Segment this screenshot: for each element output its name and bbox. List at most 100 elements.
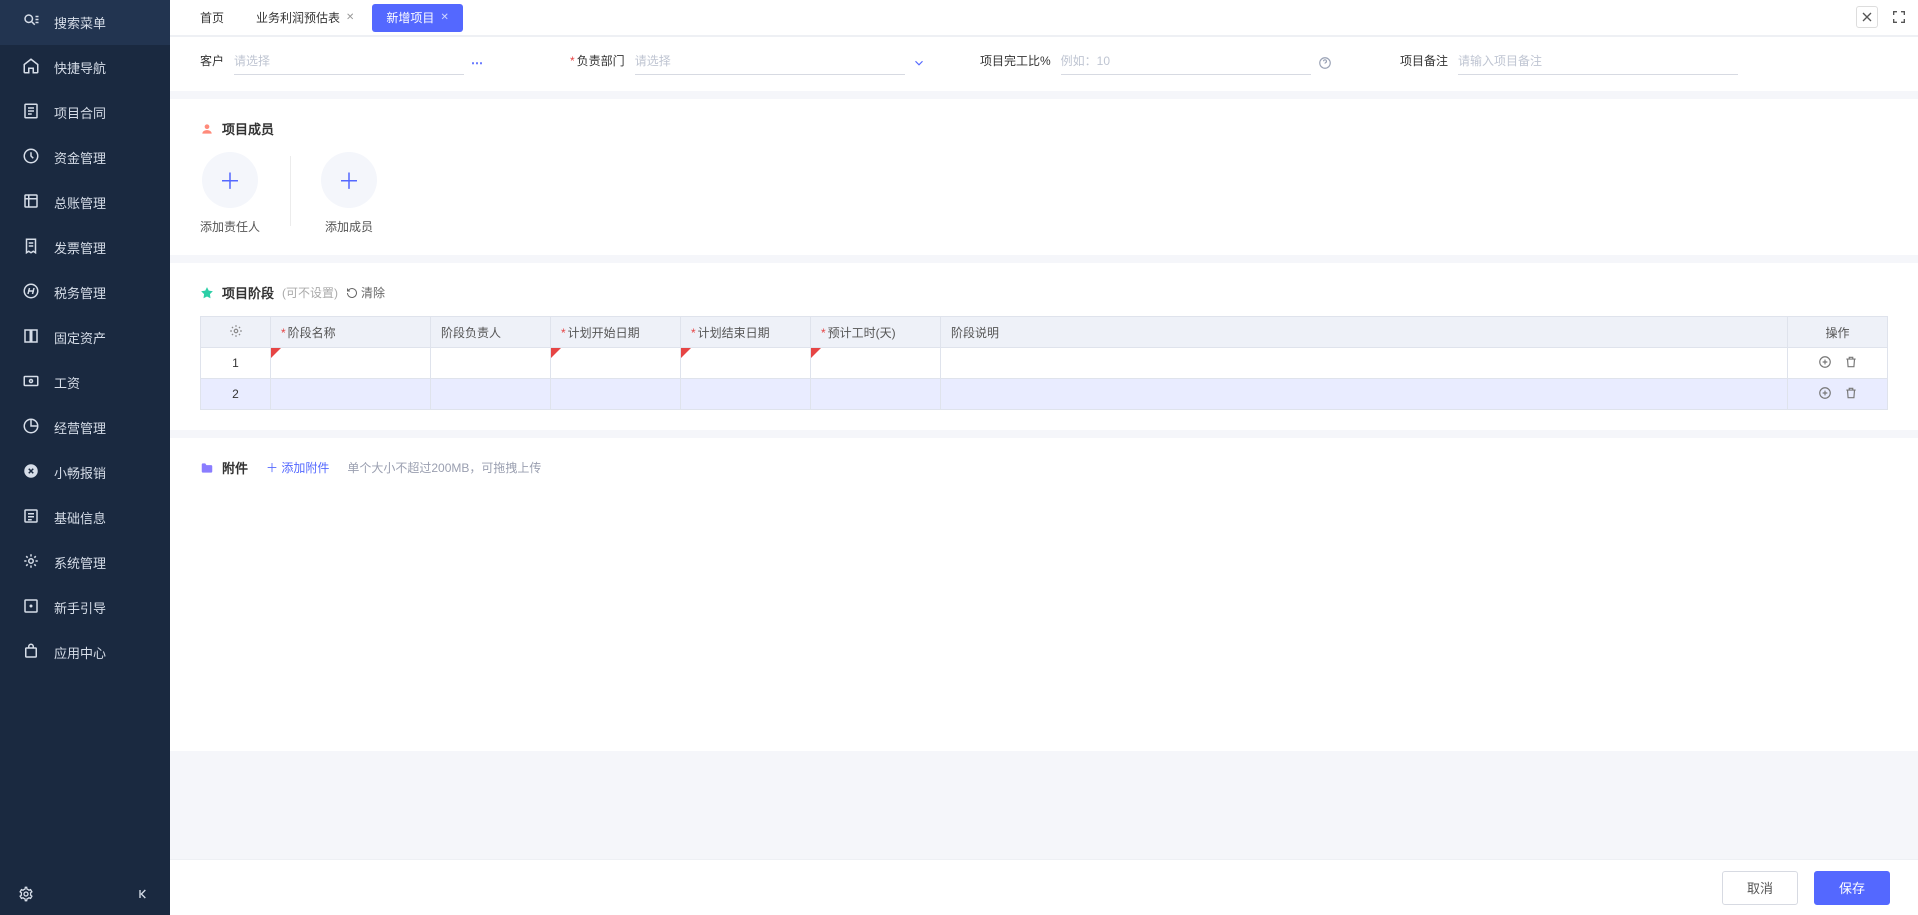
sidebar-item-label: 新手引导 xyxy=(54,598,106,617)
col-end: *计划结束日期 xyxy=(681,317,811,348)
cell-desc[interactable] xyxy=(941,379,1788,410)
cell-owner[interactable] xyxy=(431,348,551,379)
sidebar-item-business[interactable]: 经营管理 xyxy=(0,405,170,450)
sidebar-item-quick-nav[interactable]: 快捷导航 xyxy=(0,45,170,90)
col-desc: 阶段说明 xyxy=(941,317,1788,348)
row-delete-icon[interactable] xyxy=(1844,386,1858,403)
cell-start[interactable] xyxy=(551,379,681,410)
attach-tip: 单个大小不超过200MB，可拖拽上传 xyxy=(347,459,541,476)
sidebar-item-label: 小畅报销 xyxy=(54,463,106,482)
divider xyxy=(290,156,291,226)
sidebar-item-tax[interactable]: 税务管理 xyxy=(0,270,170,315)
more-icon[interactable]: ⋯ xyxy=(470,55,486,71)
add-attachment-link[interactable]: ＋ 添加附件 xyxy=(266,459,329,476)
sidebar-item-search[interactable]: 搜索菜单 xyxy=(0,0,170,45)
cell-owner[interactable] xyxy=(431,379,551,410)
sidebar-item-apps[interactable]: 应用中心 xyxy=(0,630,170,675)
expense-icon xyxy=(22,462,40,483)
col-start: *计划开始日期 xyxy=(551,317,681,348)
sidebar-item-guide[interactable]: 新手引导 xyxy=(0,585,170,630)
chevron-down-icon[interactable] xyxy=(911,55,927,71)
add-member-button[interactable]: ＋ xyxy=(321,152,377,208)
close-icon[interactable]: ✕ xyxy=(440,4,448,32)
footer: 取消 保存 xyxy=(170,859,1918,915)
row-index: 2 xyxy=(201,379,271,410)
section-title: 项目成员 xyxy=(222,119,274,138)
cancel-button[interactable]: 取消 xyxy=(1722,871,1798,905)
complete-input[interactable] xyxy=(1061,47,1311,75)
sidebar-item-contract[interactable]: 项目合同 xyxy=(0,90,170,135)
settings-icon[interactable] xyxy=(18,886,34,905)
cell-name[interactable] xyxy=(271,379,431,410)
main: 首页 业务利润预估表 ✕ 新增项目 ✕ 客户 xyxy=(170,0,1918,915)
field-complete: 项目完工比% xyxy=(980,47,1360,75)
sidebar: 搜索菜单 快捷导航 项目合同 资金管理 总账管理 发票管理 税务管理 固定资产 xyxy=(0,0,170,915)
sidebar-item-label: 总账管理 xyxy=(54,193,106,212)
tab-new-project[interactable]: 新增项目 ✕ xyxy=(372,4,462,32)
add-member-label: 添加成员 xyxy=(325,218,373,235)
row-add-icon[interactable] xyxy=(1818,386,1832,403)
person-icon xyxy=(200,122,214,136)
apps-icon xyxy=(22,642,40,663)
collapse-icon[interactable] xyxy=(136,886,152,905)
tab-profit-estimate[interactable]: 业务利润预估表 ✕ xyxy=(242,4,368,32)
sidebar-item-expense[interactable]: 小畅报销 xyxy=(0,450,170,495)
tab-label: 业务利润预估表 xyxy=(256,4,340,32)
money-gauge-icon xyxy=(22,147,40,168)
sidebar-item-label: 资金管理 xyxy=(54,148,106,167)
add-leader-box: ＋ 添加责任人 xyxy=(200,152,260,235)
table-header-row: *阶段名称 阶段负责人 *计划开始日期 *计划结束日期 *预计工时(天) 阶段说… xyxy=(201,317,1888,348)
section-attach: 附件 ＋ 添加附件 单个大小不超过200MB，可拖拽上传 xyxy=(170,438,1918,751)
sidebar-item-assets[interactable]: 固定资产 xyxy=(0,315,170,360)
col-stage-owner: 阶段负责人 xyxy=(431,317,551,348)
cell-hours[interactable] xyxy=(811,348,941,379)
table-row: 2 xyxy=(201,379,1888,410)
cell-hours[interactable] xyxy=(811,379,941,410)
section-title: 项目阶段 xyxy=(222,283,274,302)
sidebar-item-invoice[interactable]: 发票管理 xyxy=(0,225,170,270)
save-button[interactable]: 保存 xyxy=(1814,871,1890,905)
add-leader-button[interactable]: ＋ xyxy=(202,152,258,208)
sidebar-item-funds[interactable]: 资金管理 xyxy=(0,135,170,180)
content-area: 客户 ⋯ *负责部门 项目完工比% 项目备 xyxy=(170,36,1918,915)
sidebar-item-label: 工资 xyxy=(54,373,80,392)
cell-end[interactable] xyxy=(681,348,811,379)
tab-label: 首页 xyxy=(200,4,224,32)
close-icon[interactable]: ✕ xyxy=(346,4,354,32)
section-hint: (可不设置) xyxy=(282,284,338,301)
cell-name[interactable] xyxy=(271,348,431,379)
required-flag-icon xyxy=(271,348,281,358)
cell-end[interactable] xyxy=(681,379,811,410)
asset-book-icon xyxy=(22,327,40,348)
home-icon xyxy=(22,57,40,78)
cell-ops xyxy=(1788,348,1888,379)
guide-icon xyxy=(22,597,40,618)
field-label: 客户 xyxy=(200,52,224,75)
sidebar-item-label: 经营管理 xyxy=(54,418,106,437)
cell-desc[interactable] xyxy=(941,348,1788,379)
cell-start[interactable] xyxy=(551,348,681,379)
dept-select[interactable] xyxy=(635,47,905,75)
stage-icon xyxy=(200,286,214,300)
field-label: 项目备注 xyxy=(1400,52,1448,75)
clear-link[interactable]: 清除 xyxy=(346,284,385,301)
sidebar-item-baseinfo[interactable]: 基础信息 xyxy=(0,495,170,540)
remark-input[interactable] xyxy=(1458,47,1738,75)
customer-input[interactable] xyxy=(234,47,464,75)
fullscreen-icon[interactable] xyxy=(1888,6,1910,28)
row-delete-icon[interactable] xyxy=(1844,355,1858,372)
sidebar-item-ledger[interactable]: 总账管理 xyxy=(0,180,170,225)
tab-home[interactable]: 首页 xyxy=(186,4,238,32)
close-panel-button[interactable] xyxy=(1856,6,1878,28)
col-stage-name: *阶段名称 xyxy=(271,317,431,348)
sidebar-item-label: 项目合同 xyxy=(54,103,106,122)
row-add-icon[interactable] xyxy=(1818,355,1832,372)
required-flag-icon xyxy=(681,348,691,358)
sidebar-item-label: 应用中心 xyxy=(54,643,106,662)
section-members: 项目成员 ＋ 添加责任人 ＋ 添加成员 xyxy=(170,99,1918,263)
sidebar-item-salary[interactable]: 工资 xyxy=(0,360,170,405)
gear-header[interactable] xyxy=(201,317,271,348)
sidebar-item-label: 搜索菜单 xyxy=(54,13,106,32)
help-icon[interactable] xyxy=(1317,55,1333,71)
sidebar-item-system[interactable]: 系统管理 xyxy=(0,540,170,585)
